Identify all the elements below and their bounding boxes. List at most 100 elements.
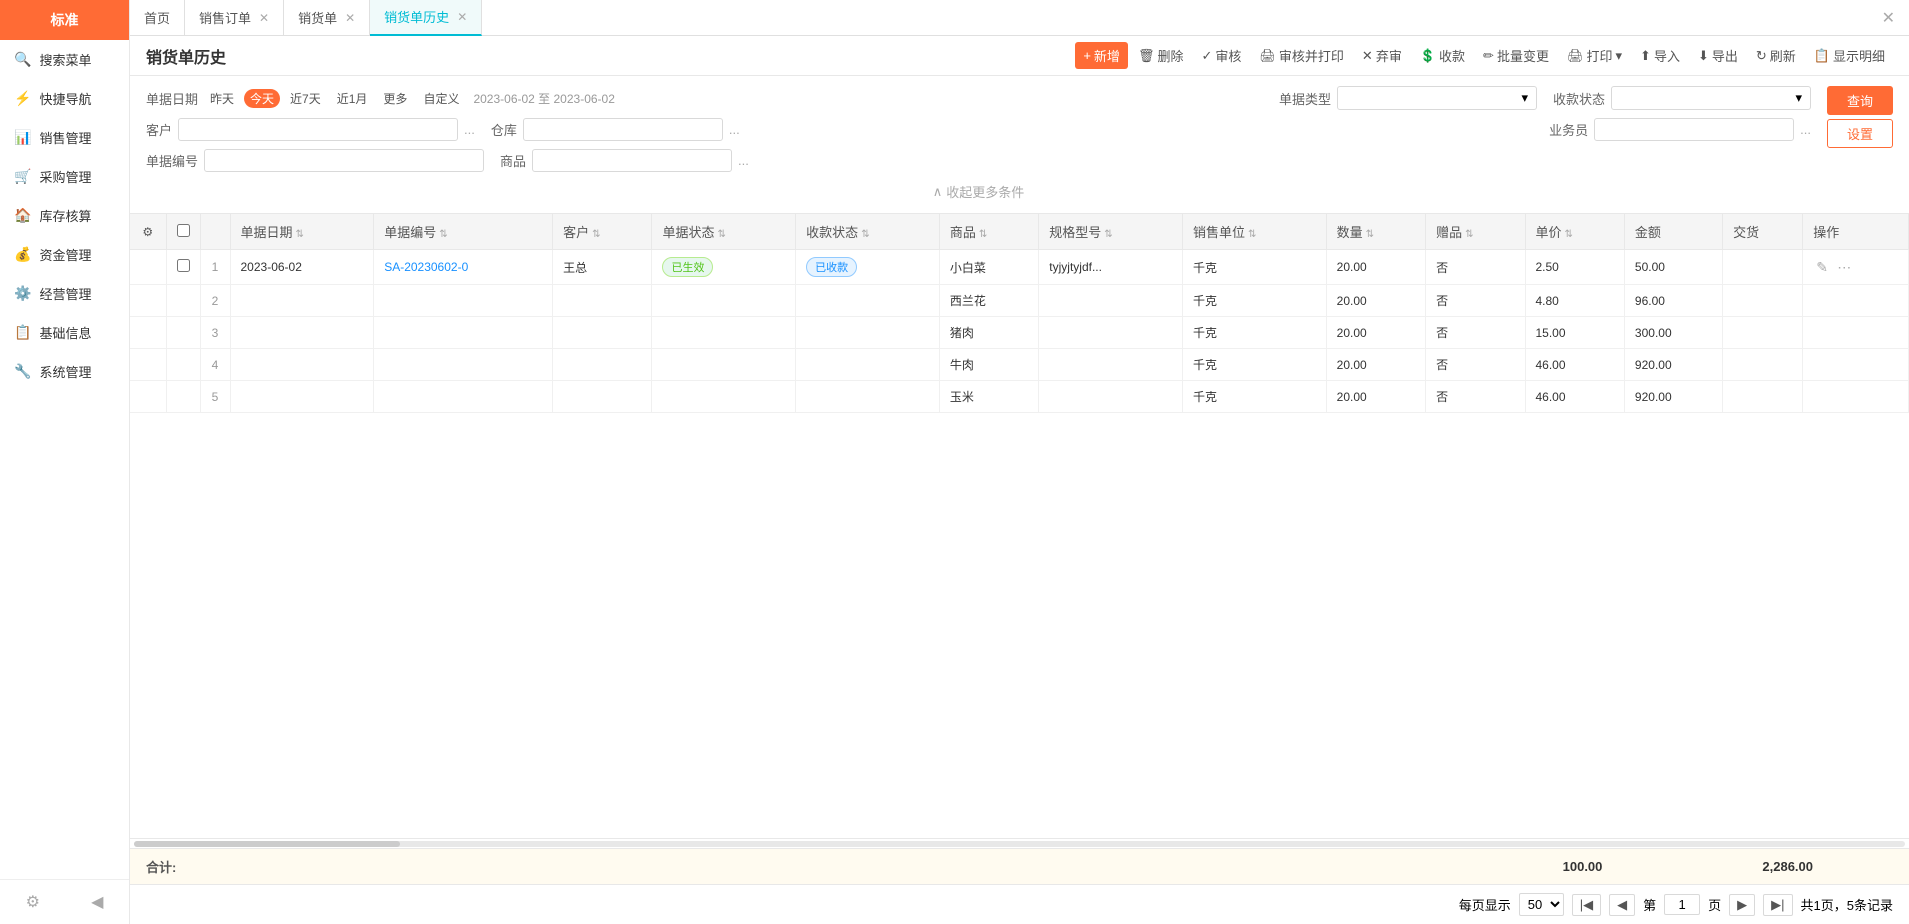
row5-unit-price: 46.00: [1525, 381, 1624, 413]
payment-status-label: 收款状态: [1553, 89, 1605, 108]
sidebar-item-quick-nav[interactable]: ⚡ 快捷导航: [0, 79, 129, 118]
tab-home[interactable]: 首页: [130, 0, 185, 36]
col-payment-status[interactable]: 收款状态⇅: [796, 214, 940, 250]
export-button[interactable]: ⬇ 导出: [1690, 42, 1746, 69]
tab-sales-history[interactable]: 销货单历史 ✕: [370, 0, 482, 36]
col-gear[interactable]: ⚙: [130, 214, 166, 250]
tab-sales-history-close[interactable]: ✕: [457, 10, 467, 24]
tab-sales-order-close[interactable]: ✕: [259, 11, 269, 25]
scrollbar-track[interactable]: [134, 841, 1905, 847]
sidebar-item-sales-mgmt[interactable]: 📊 销售管理: [0, 118, 129, 157]
product-input[interactable]: [532, 149, 732, 172]
row5-checkbox[interactable]: [166, 381, 200, 413]
show-detail-button[interactable]: 📋 显示明细: [1806, 42, 1893, 69]
tab-sales-delivery-close[interactable]: ✕: [345, 11, 355, 25]
sidebar-item-system-mgmt[interactable]: 🔧 系统管理: [0, 352, 129, 391]
tab-close-all[interactable]: ✕: [1868, 8, 1909, 28]
delete-icon: 🗑: [1138, 48, 1155, 64]
product-picker-btn[interactable]: ...: [738, 153, 749, 168]
delete-button[interactable]: 🗑 删除: [1130, 42, 1192, 69]
collect-button[interactable]: 💲 收款: [1412, 42, 1473, 69]
salesperson-picker-btn[interactable]: ...: [1800, 122, 1811, 137]
sidebar-settings-btn[interactable]: ⚙: [18, 888, 48, 916]
sidebar-collapse-btn[interactable]: ◀: [83, 888, 111, 916]
refresh-button[interactable]: ↻ 刷新: [1748, 42, 1804, 69]
date-tag-1month[interactable]: 近1月: [331, 89, 374, 108]
sidebar-item-operations-mgmt[interactable]: ⚙️ 经营管理: [0, 274, 129, 313]
col-doc-number[interactable]: 单据编号⇅: [374, 214, 553, 250]
query-button[interactable]: 查询: [1827, 86, 1893, 115]
col-quantity[interactable]: 数量⇅: [1326, 214, 1425, 250]
warehouse-picker-btn[interactable]: ...: [729, 122, 740, 137]
col-checkbox[interactable]: [166, 214, 200, 250]
batch-change-button[interactable]: ✏ 批量变更: [1475, 42, 1557, 69]
abandon-button[interactable]: ✕ 弃审: [1354, 42, 1410, 69]
customer-label: 客户: [146, 120, 172, 139]
sidebar-item-finance-mgmt[interactable]: 💰 资金管理: [0, 235, 129, 274]
customer-picker-btn[interactable]: ...: [464, 122, 475, 137]
scrollbar-thumb[interactable]: [134, 841, 400, 847]
import-button[interactable]: ⬆ 导入: [1632, 42, 1688, 69]
date-tag-today[interactable]: 今天: [244, 89, 280, 108]
doc-number-label: 单据编号: [146, 151, 198, 170]
customer-input[interactable]: [178, 118, 458, 141]
date-tags: 昨天 今天 近7天 近1月 更多 自定义 2023-06-02 至 2023-0…: [204, 89, 615, 108]
last-page-btn[interactable]: ▶|: [1763, 894, 1792, 916]
row1-select[interactable]: [177, 259, 190, 272]
doc-number-input[interactable]: [204, 149, 484, 172]
sort-doc-status-icon: ⇅: [718, 229, 726, 240]
first-page-btn[interactable]: |◀: [1572, 894, 1601, 916]
row1-num: 1: [200, 250, 230, 285]
row3-checkbox[interactable]: [166, 317, 200, 349]
col-customer[interactable]: 客户⇅: [553, 214, 652, 250]
sidebar-item-inventory[interactable]: 🏠 库存核算: [0, 196, 129, 235]
tab-sales-delivery[interactable]: 销货单 ✕: [284, 0, 370, 36]
row1-more-btn[interactable]: ⋯: [1834, 259, 1854, 275]
col-gift[interactable]: 赠品⇅: [1426, 214, 1525, 250]
col-unit-price[interactable]: 单价⇅: [1525, 214, 1624, 250]
page-number-input[interactable]: 1: [1664, 894, 1700, 915]
audit-button[interactable]: ✓ 审核: [1193, 42, 1249, 69]
row2-checkbox[interactable]: [166, 285, 200, 317]
row3-customer: [553, 317, 652, 349]
row1-edit-btn[interactable]: ✎: [1813, 259, 1831, 275]
prev-page-btn[interactable]: ◀: [1609, 894, 1635, 916]
doc-type-select[interactable]: ▾: [1337, 86, 1537, 110]
print-button[interactable]: 🖨 打印 ▾: [1559, 42, 1630, 69]
col-doc-date[interactable]: 单据日期⇅: [230, 214, 374, 250]
filter-group-payment-status: 收款状态 ▾: [1553, 86, 1811, 110]
audit-print-button[interactable]: 🖨 审核并打印: [1251, 42, 1352, 69]
sidebar-item-search-menu[interactable]: 🔍 搜索菜单: [0, 40, 129, 79]
new-button[interactable]: + 新增: [1075, 42, 1128, 69]
sidebar-item-basic-info[interactable]: 📋 基础信息: [0, 313, 129, 352]
col-spec[interactable]: 规格型号⇅: [1039, 214, 1183, 250]
row4-unit-price: 46.00: [1525, 349, 1624, 381]
row1-checkbox[interactable]: [166, 250, 200, 285]
row1-doc-number[interactable]: SA-20230602-0: [374, 250, 553, 285]
date-tag-custom[interactable]: 自定义: [417, 89, 465, 108]
tab-sales-order[interactable]: 销售订单 ✕: [185, 0, 284, 36]
date-tag-7days[interactable]: 近7天: [284, 89, 327, 108]
date-tag-more[interactable]: 更多: [377, 89, 413, 108]
date-tag-yesterday[interactable]: 昨天: [204, 89, 240, 108]
select-all-checkbox[interactable]: [177, 224, 190, 237]
sidebar-item-purchase-mgmt[interactable]: 🛒 采购管理: [0, 157, 129, 196]
next-page-btn[interactable]: ▶: [1729, 894, 1755, 916]
filter-settings-button[interactable]: 设置: [1827, 119, 1893, 148]
sort-gift-icon: ⇅: [1465, 229, 1473, 240]
col-unit[interactable]: 销售单位⇅: [1182, 214, 1326, 250]
col-doc-status[interactable]: 单据状态⇅: [652, 214, 796, 250]
import-icon: ⬆: [1640, 48, 1651, 64]
collapse-filter-btn[interactable]: ∧ 收起更多条件: [925, 180, 1033, 203]
salesperson-input[interactable]: [1594, 118, 1794, 141]
row3-doc-status: [652, 317, 796, 349]
horizontal-scrollbar[interactable]: [130, 838, 1909, 848]
per-page-select[interactable]: 50: [1519, 893, 1564, 916]
payment-status-select[interactable]: ▾: [1611, 86, 1811, 110]
pagination-area: 每页显示 50 |◀ ◀ 第 1 页 ▶ ▶| 共1页，5条记录: [130, 884, 1909, 924]
row3-spec: [1039, 317, 1183, 349]
warehouse-input[interactable]: [523, 118, 723, 141]
salesperson-label: 业务员: [1549, 120, 1588, 139]
row4-checkbox[interactable]: [166, 349, 200, 381]
col-product[interactable]: 商品⇅: [939, 214, 1038, 250]
